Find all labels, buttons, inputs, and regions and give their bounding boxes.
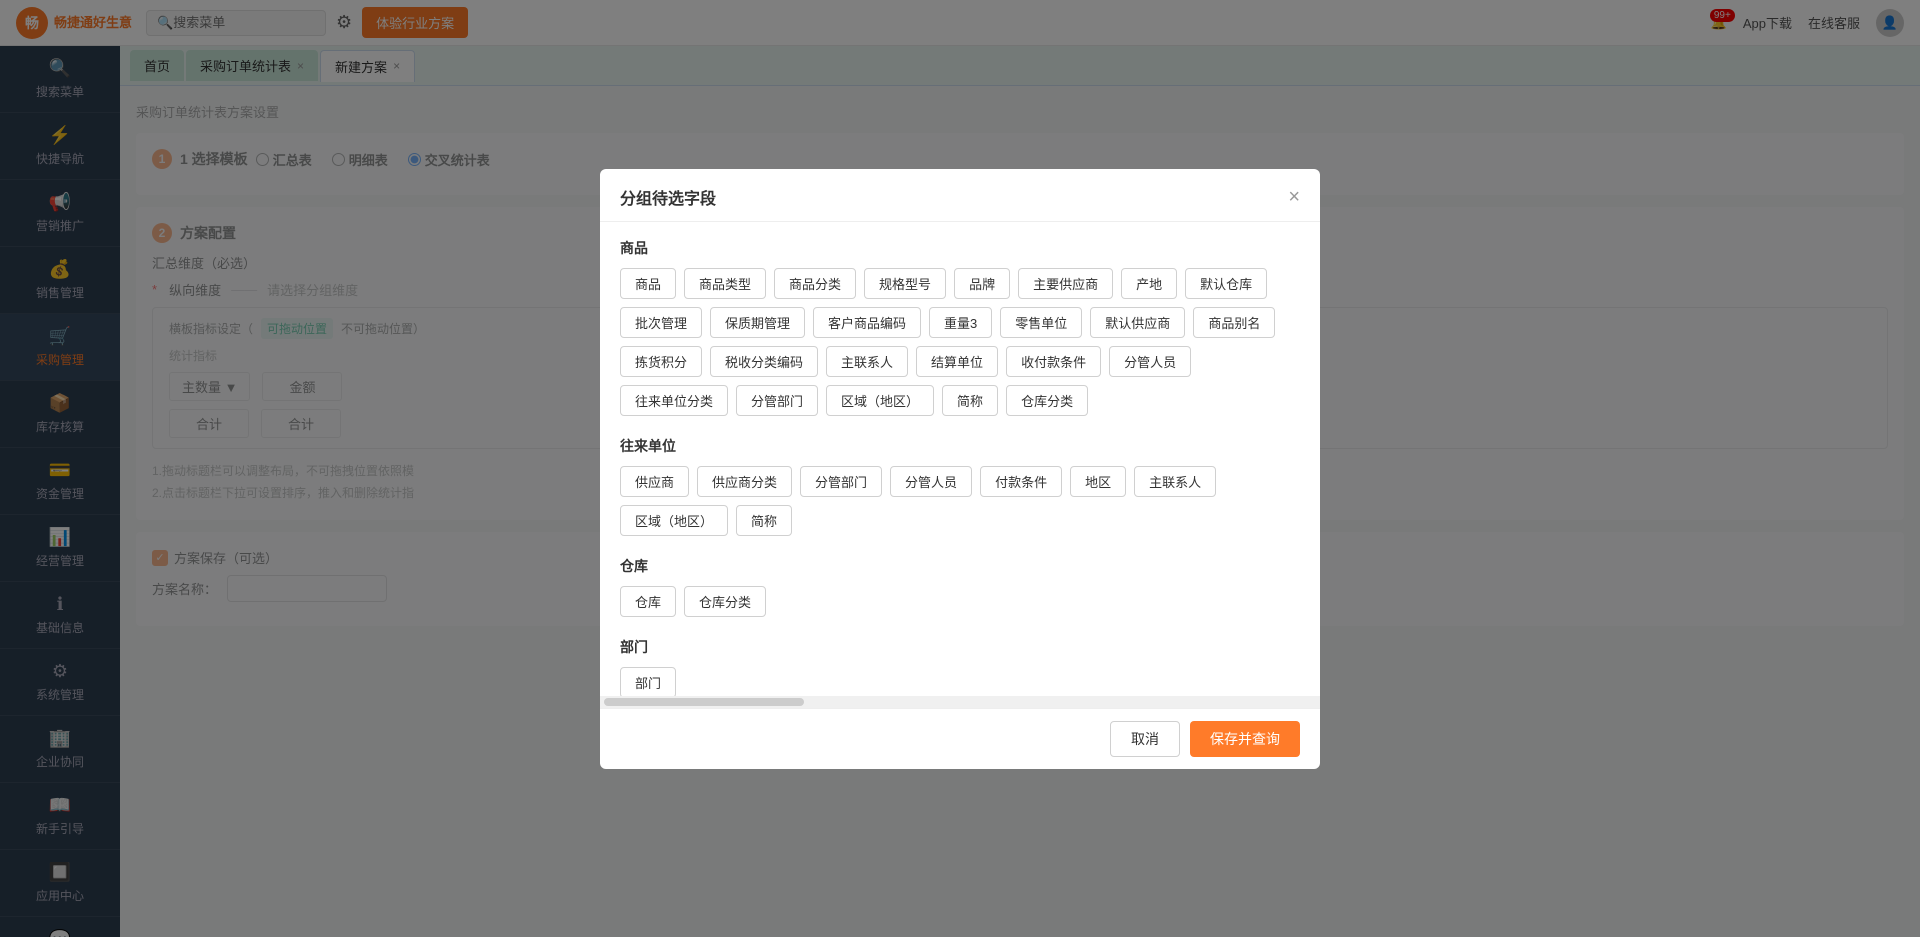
field-tag[interactable]: 拣货积分 [620, 346, 702, 377]
field-group-department: 部门 部门 [620, 637, 1300, 696]
field-tag[interactable]: 批次管理 [620, 307, 702, 338]
field-tag[interactable]: 分管人员 [1109, 346, 1191, 377]
field-tag[interactable]: 保质期管理 [710, 307, 805, 338]
field-tag[interactable]: 默认仓库 [1185, 268, 1267, 299]
product-group-title: 商品 [620, 238, 1300, 258]
field-tag[interactable]: 商品别名 [1193, 307, 1275, 338]
modal-title: 分组待选字段 [620, 185, 716, 209]
field-group-counterpart: 往来单位 供应商 供应商分类 分管部门 分管人员 付款条件 地区 主联系人 区域… [620, 436, 1300, 536]
field-tag[interactable]: 零售单位 [1000, 307, 1082, 338]
field-tag[interactable]: 结算单位 [916, 346, 998, 377]
field-tag[interactable]: 主要供应商 [1018, 268, 1113, 299]
field-tag[interactable]: 简称 [942, 385, 998, 416]
field-tag[interactable]: 主联系人 [1134, 466, 1216, 497]
field-group-product: 商品 商品 商品类型 商品分类 规格型号 品牌 主要供应商 产地 默认仓库 批次… [620, 238, 1300, 416]
hscroll-bar[interactable] [604, 698, 804, 706]
confirm-button[interactable]: 保存并查询 [1190, 721, 1300, 757]
field-tag[interactable]: 商品 [620, 268, 676, 299]
field-tag[interactable]: 仓库分类 [684, 586, 766, 617]
modal-close-button[interactable]: × [1288, 187, 1300, 207]
field-tag[interactable]: 分管人员 [890, 466, 972, 497]
field-tag[interactable]: 供应商分类 [697, 466, 792, 497]
department-fields: 部门 [620, 667, 1300, 696]
counterpart-group-title: 往来单位 [620, 436, 1300, 456]
field-tag[interactable]: 仓库 [620, 586, 676, 617]
modal-footer: 取消 保存并查询 [600, 708, 1320, 769]
department-group-title: 部门 [620, 637, 1300, 657]
field-tag[interactable]: 商品类型 [684, 268, 766, 299]
field-tag[interactable]: 收付款条件 [1006, 346, 1101, 377]
field-tag[interactable]: 税收分类编码 [710, 346, 818, 377]
warehouse-fields: 仓库 仓库分类 [620, 586, 1300, 617]
field-tag[interactable]: 部门 [620, 667, 676, 696]
field-tag[interactable]: 简称 [736, 505, 792, 536]
field-group-warehouse: 仓库 仓库 仓库分类 [620, 556, 1300, 617]
field-tag[interactable]: 默认供应商 [1090, 307, 1185, 338]
counterpart-fields: 供应商 供应商分类 分管部门 分管人员 付款条件 地区 主联系人 区域（地区） … [620, 466, 1300, 536]
field-tag[interactable]: 产地 [1121, 268, 1177, 299]
field-tag[interactable]: 重量3 [929, 307, 992, 338]
modal-overlay: 分组待选字段 × 商品 商品 商品类型 商品分类 规格型号 品牌 主要供应商 产… [0, 0, 1920, 937]
product-fields: 商品 商品类型 商品分类 规格型号 品牌 主要供应商 产地 默认仓库 批次管理 … [620, 268, 1300, 416]
warehouse-group-title: 仓库 [620, 556, 1300, 576]
cancel-button[interactable]: 取消 [1110, 721, 1180, 757]
field-tag[interactable]: 仓库分类 [1006, 385, 1088, 416]
field-tag[interactable]: 分管部门 [800, 466, 882, 497]
field-tag[interactable]: 商品分类 [774, 268, 856, 299]
field-tag[interactable]: 供应商 [620, 466, 689, 497]
field-tag[interactable]: 品牌 [954, 268, 1010, 299]
modal: 分组待选字段 × 商品 商品 商品类型 商品分类 规格型号 品牌 主要供应商 产… [600, 169, 1320, 769]
field-tag[interactable]: 规格型号 [864, 268, 946, 299]
field-tag[interactable]: 付款条件 [980, 466, 1062, 497]
field-tag[interactable]: 客户商品编码 [813, 307, 921, 338]
modal-body: 商品 商品 商品类型 商品分类 规格型号 品牌 主要供应商 产地 默认仓库 批次… [600, 222, 1320, 696]
field-tag[interactable]: 主联系人 [826, 346, 908, 377]
field-tag[interactable]: 往来单位分类 [620, 385, 728, 416]
modal-header: 分组待选字段 × [600, 169, 1320, 222]
field-tag[interactable]: 区域（地区） [826, 385, 934, 416]
field-tag[interactable]: 分管部门 [736, 385, 818, 416]
field-tag[interactable]: 地区 [1070, 466, 1126, 497]
field-tag[interactable]: 区域（地区） [620, 505, 728, 536]
modal-hscroll[interactable] [600, 696, 1320, 708]
